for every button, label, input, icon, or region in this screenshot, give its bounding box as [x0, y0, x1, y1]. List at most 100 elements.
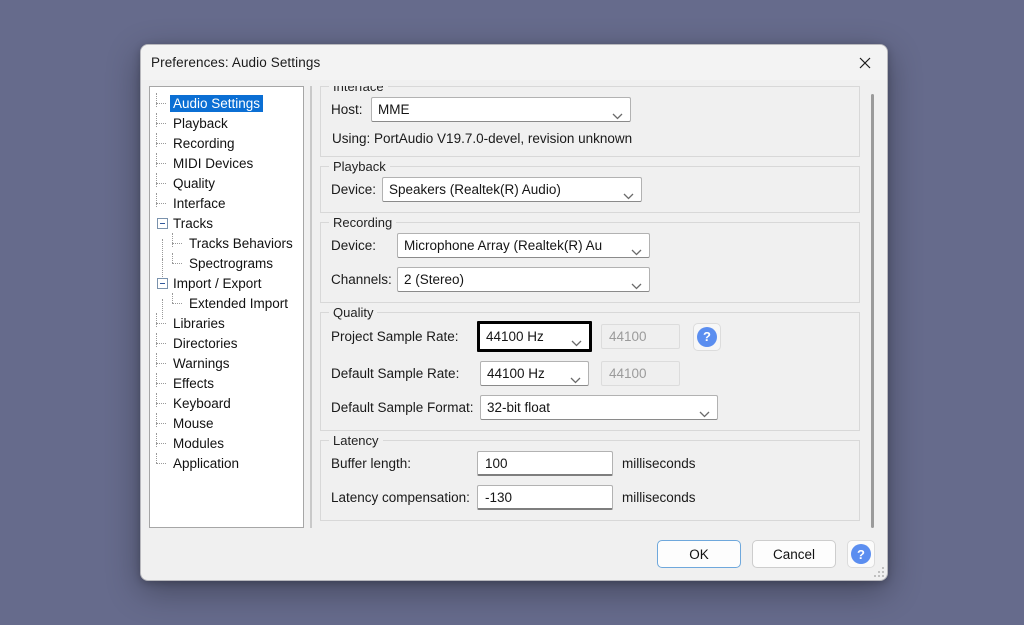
latency-group-title: Latency — [329, 433, 383, 448]
project-sample-rate-custom-input[interactable]: 44100 — [601, 324, 680, 349]
sidebar-item-audio-settings[interactable]: Audio Settings — [152, 93, 301, 113]
collapse-icon[interactable] — [156, 217, 169, 230]
latency-group: Latency Buffer length: 100 milliseconds … — [320, 440, 860, 521]
playback-device-row: Device: Speakers (Realtek(R) Audio) — [331, 177, 849, 202]
ok-button[interactable]: OK — [657, 540, 741, 568]
sidebar-item-label: Modules — [170, 435, 227, 452]
tree-connector-icon — [172, 237, 185, 250]
sidebar-item-modules[interactable]: Modules — [152, 433, 301, 453]
sidebar-item-effects[interactable]: Effects — [152, 373, 301, 393]
preferences-tree[interactable]: Audio Settings PlaybackRecording MIDI Devi… — [149, 86, 304, 528]
sidebar-item-label: Tracks — [170, 215, 216, 232]
host-combobox[interactable]: MME — [371, 97, 631, 122]
sidebar-item-mouse[interactable]: Mouse — [152, 413, 301, 433]
chevron-down-icon — [571, 335, 582, 350]
buffer-length-input[interactable]: 100 — [477, 451, 613, 476]
default-sample-rate-row: Default Sample Rate: 44100 Hz 44100 — [331, 361, 849, 386]
collapse-icon[interactable] — [156, 277, 169, 290]
default-sample-format-row: Default Sample Format: 32-bit float — [331, 395, 849, 420]
audio-settings-panel: Interface Host: MME Using: PortAudio V19… — [310, 86, 866, 528]
default-sample-rate-combobox[interactable]: 44100 Hz — [480, 361, 589, 386]
sidebar-item-label: Audio Settings — [170, 95, 263, 112]
recording-channels-row: Channels: 2 (Stereo) — [331, 267, 849, 292]
help-button[interactable]: ? — [847, 540, 875, 568]
sidebar-item-label: Quality — [170, 175, 218, 192]
sidebar-item-label: Playback — [170, 115, 231, 132]
latency-compensation-input[interactable]: -130 — [477, 485, 613, 510]
sidebar-item-application[interactable]: Application — [152, 453, 301, 473]
sidebar-item-keyboard[interactable]: Keyboard — [152, 393, 301, 413]
default-sample-rate-label: Default Sample Rate: — [331, 366, 477, 381]
project-sample-rate-value: 44100 Hz — [486, 329, 544, 344]
sidebar-item-directories[interactable]: Directories — [152, 333, 301, 353]
project-sample-rate-row: Project Sample Rate: 44100 Hz 44100 ? — [331, 321, 849, 352]
playback-device-label: Device: — [331, 182, 382, 197]
latency-compensation-label: Latency compensation: — [331, 490, 477, 505]
close-icon[interactable] — [842, 45, 887, 80]
sidebar-item-import-export[interactable]: Import / Export — [152, 273, 301, 293]
default-sample-format-label: Default Sample Format: — [331, 400, 477, 415]
sidebar-item-label: Libraries — [170, 315, 228, 332]
tree-connector-icon — [172, 257, 185, 270]
project-sample-rate-label: Project Sample Rate: — [331, 329, 477, 344]
default-sample-rate-custom-input[interactable]: 44100 — [601, 361, 680, 386]
project-sample-rate-combobox[interactable]: 44100 Hz — [477, 321, 592, 352]
chevron-down-icon — [612, 108, 623, 123]
playback-group-title: Playback — [329, 159, 390, 174]
sidebar-item-extended-import[interactable]: Extended Import — [152, 293, 301, 313]
chevron-down-icon — [623, 188, 634, 203]
sidebar-item-quality[interactable]: Quality — [152, 173, 301, 193]
default-sample-format-combobox[interactable]: 32-bit float — [480, 395, 718, 420]
project-sample-rate-custom-value: 44100 — [609, 329, 647, 344]
sidebar-item-interface[interactable]: Interface — [152, 193, 301, 213]
recording-channels-combobox[interactable]: 2 (Stereo) — [397, 267, 650, 292]
chevron-down-icon — [699, 406, 710, 421]
sidebar-item-tracks-behaviors[interactable]: Tracks Behaviors — [152, 233, 301, 253]
dialog-body: Audio SettingsPlaybackRecordingMIDI Devi… — [141, 80, 887, 528]
playback-device-combobox[interactable]: Speakers (Realtek(R) Audio) — [382, 177, 642, 202]
sidebar-item-midi-devices[interactable]: MIDI Devices — [152, 153, 301, 173]
recording-channels-value: 2 (Stereo) — [404, 272, 464, 287]
tree-connector-icon — [156, 197, 169, 210]
content-scrollbar[interactable] — [866, 86, 879, 528]
buffer-length-row: Buffer length: 100 milliseconds — [331, 451, 849, 476]
tree-connector-icon — [156, 417, 169, 430]
sidebar-item-libraries[interactable]: Libraries — [152, 313, 301, 333]
default-sample-rate-custom-value: 44100 — [609, 366, 647, 381]
buffer-length-value: 100 — [485, 456, 508, 471]
help-icon: ? — [697, 327, 717, 347]
sidebar-item-label: MIDI Devices — [170, 155, 256, 172]
sidebar-item-label: Effects — [170, 375, 217, 392]
sample-rate-help-button[interactable]: ? — [693, 323, 721, 351]
chevron-down-icon — [570, 372, 581, 387]
recording-channels-label: Channels: — [331, 272, 397, 287]
recording-group: Recording Device: Microphone Array (Real… — [320, 222, 860, 303]
buffer-length-label: Buffer length: — [331, 456, 477, 471]
tree-connector-icon — [156, 177, 169, 190]
sidebar-item-playback[interactable]: Playback — [152, 113, 301, 133]
resize-grip[interactable] — [872, 565, 884, 577]
cancel-button[interactable]: Cancel — [752, 540, 836, 568]
interface-group-title: Interface — [329, 86, 388, 94]
tree-connector-icon — [156, 317, 169, 330]
settings-content-wrap: Interface Host: MME Using: PortAudio V19… — [310, 86, 879, 528]
recording-device-combobox[interactable]: Microphone Array (Realtek(R) Au — [397, 233, 650, 258]
quality-group-title: Quality — [329, 305, 377, 320]
sidebar-item-label: Keyboard — [170, 395, 234, 412]
sidebar-item-label: Application — [170, 455, 242, 472]
scrollbar-thumb[interactable] — [871, 94, 874, 528]
recording-device-label: Device: — [331, 238, 397, 253]
sidebar-item-recording[interactable]: Recording — [152, 133, 301, 153]
host-label: Host: — [331, 102, 371, 117]
tree-connector-icon — [172, 297, 185, 310]
sidebar-item-warnings[interactable]: Warnings — [152, 353, 301, 373]
sidebar-item-spectrograms[interactable]: Spectrograms — [152, 253, 301, 273]
sidebar-item-tracks[interactable]: Tracks — [152, 213, 301, 233]
playback-group: Playback Device: Speakers (Realtek(R) Au… — [320, 166, 860, 213]
tree-connector-icon — [156, 157, 169, 170]
host-row: Host: MME — [331, 97, 849, 122]
portaudio-version-text: Using: PortAudio V19.7.0-devel, revision… — [332, 131, 849, 146]
host-value: MME — [378, 102, 410, 117]
sidebar-item-label: Tracks Behaviors — [186, 235, 296, 252]
chevron-down-icon — [631, 278, 642, 293]
